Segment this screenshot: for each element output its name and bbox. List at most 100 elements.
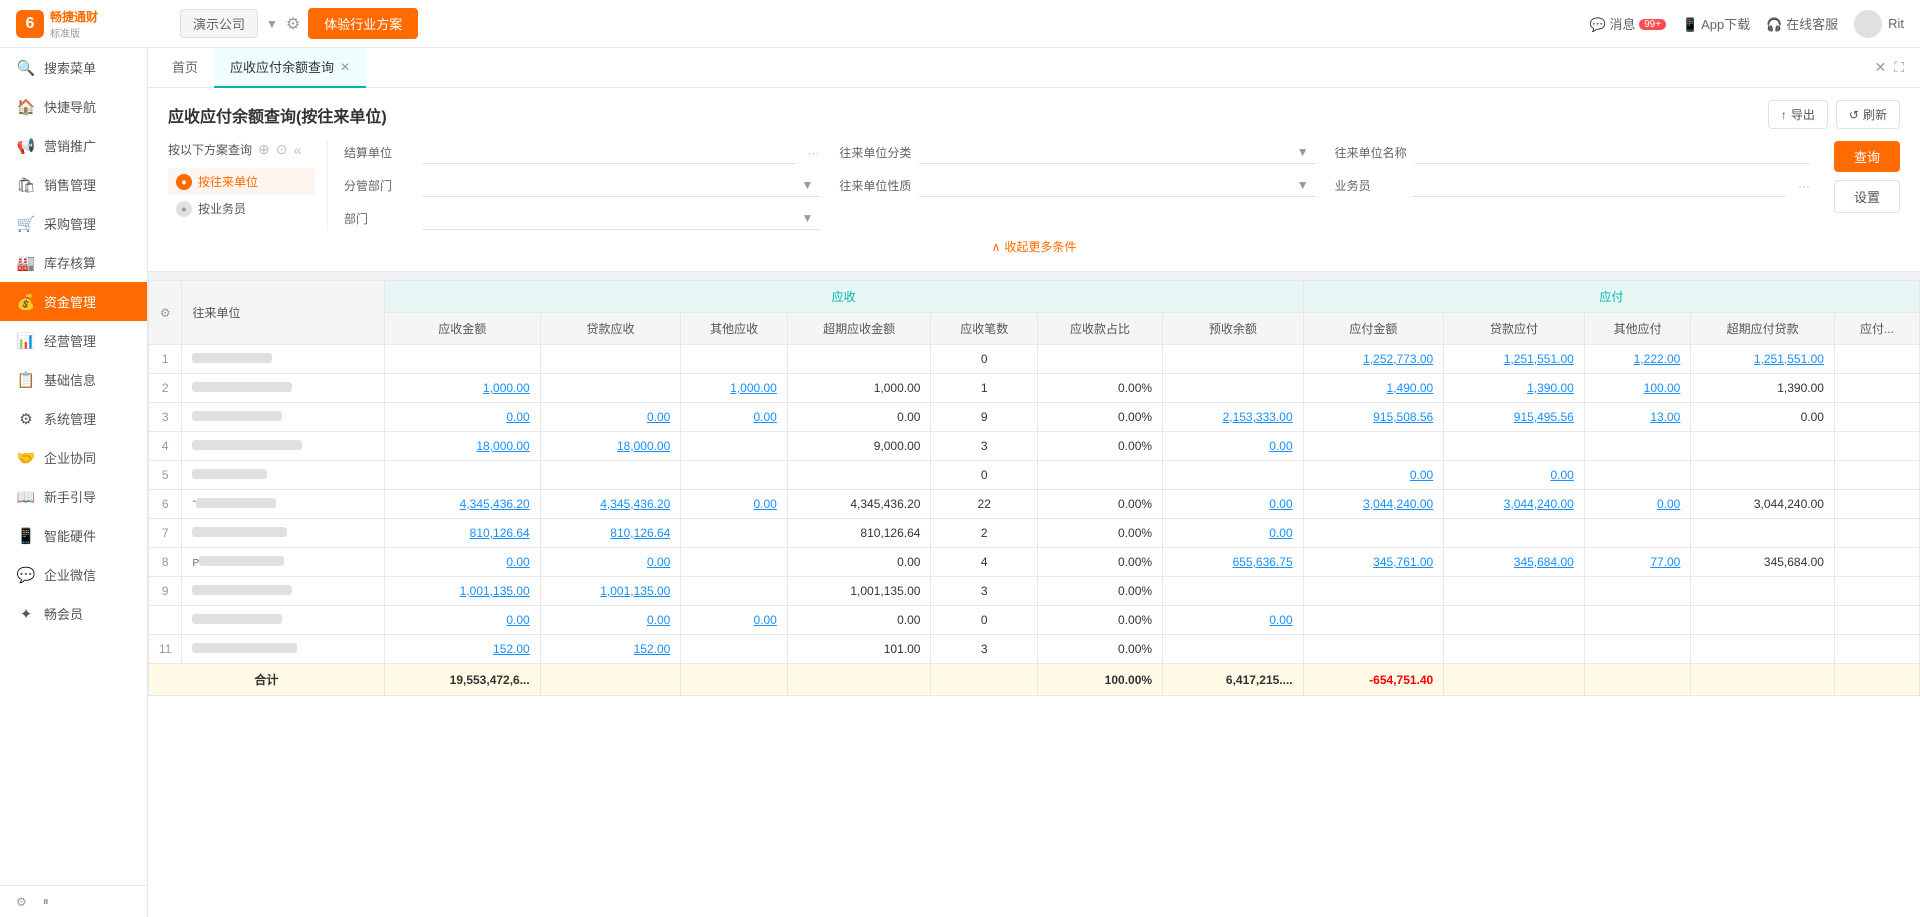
loan-ap-cell[interactable]: 0.00: [1444, 461, 1585, 490]
sidebar-item-finance[interactable]: 💰 资金管理: [0, 282, 147, 321]
ar-amount-cell[interactable]: 0.00: [384, 403, 540, 432]
loan-ap-cell[interactable]: 345,684.00: [1444, 548, 1585, 577]
ar-amount-cell[interactable]: 4,345,436.20: [384, 490, 540, 519]
sidebar-item-sales[interactable]: 🛍 销售管理: [0, 165, 147, 204]
loan-ar-cell[interactable]: 0.00: [540, 548, 681, 577]
query-button[interactable]: 查询: [1834, 141, 1900, 172]
dropdown-arrow-icon[interactable]: ▼: [266, 17, 278, 31]
loan-ap-cell[interactable]: 3,044,240.00: [1444, 490, 1585, 519]
sidebar-settings-icon[interactable]: ⚙: [16, 895, 27, 909]
prepaid-cell[interactable]: 655,636.75: [1163, 548, 1304, 577]
settings-scheme-icon[interactable]: ⊙: [276, 141, 288, 158]
ar-amount-cell[interactable]: 0.00: [384, 606, 540, 635]
industry-solution-button[interactable]: 体验行业方案: [308, 8, 418, 39]
unit-nature-select[interactable]: ▼: [919, 174, 1314, 197]
ap-amount-cell[interactable]: 1,490.00: [1303, 374, 1444, 403]
sidebar-item-purchase[interactable]: 🛒 采购管理: [0, 204, 147, 243]
tab-expand-icon[interactable]: ⛶: [1894, 59, 1904, 76]
ar-amount-cell[interactable]: 1,001,135.00: [384, 577, 540, 606]
table-settings-icon[interactable]: ⚙: [149, 281, 182, 345]
loan-ar-cell[interactable]: 4,345,436.20: [540, 490, 681, 519]
overdue-ap-cell[interactable]: 1,251,551.00: [1691, 345, 1835, 374]
ap-amount-cell[interactable]: 3,044,240.00: [1303, 490, 1444, 519]
filter-option-by-unit[interactable]: ● 按往来单位: [168, 168, 315, 195]
loan-ar-cell[interactable]: 810,126.64: [540, 519, 681, 548]
sidebar-item-operation[interactable]: 📊 经营管理: [0, 321, 147, 360]
other-ap-cell[interactable]: 1,222.00: [1584, 345, 1691, 374]
loan-ar-cell[interactable]: 0.00: [540, 606, 681, 635]
sidebar-item-system[interactable]: ⚙ 系统管理: [0, 399, 147, 438]
loan-ar-cell[interactable]: 1,001,135.00: [540, 577, 681, 606]
sidebar-collapse-icon[interactable]: ⏸: [43, 894, 49, 909]
other-ap-cell[interactable]: 0.00: [1584, 490, 1691, 519]
salesperson-dots-icon[interactable]: ···: [1798, 179, 1810, 193]
overdue-ar-cell: [787, 345, 931, 374]
tab-close-arquery[interactable]: ✕: [340, 60, 350, 74]
loan-ap-cell[interactable]: 1,251,551.00: [1444, 345, 1585, 374]
sidebar-item-quick[interactable]: 🏠 快捷导航: [0, 87, 147, 126]
prepaid-cell[interactable]: 0.00: [1163, 490, 1304, 519]
ap-amount-cell[interactable]: 345,761.00: [1303, 548, 1444, 577]
prepaid-cell[interactable]: 0.00: [1163, 606, 1304, 635]
app-download-link[interactable]: 📱 App下载: [1682, 14, 1750, 33]
loan-ap-cell[interactable]: 915,495.56: [1444, 403, 1585, 432]
ap-suffix-cell: [1834, 374, 1919, 403]
salesperson-input[interactable]: [1413, 174, 1786, 197]
other-ar-cell[interactable]: 1,000.00: [681, 374, 788, 403]
loan-ar-cell[interactable]: 152.00: [540, 635, 681, 664]
sidebar-item-search[interactable]: 🔍 搜索菜单: [0, 48, 147, 87]
unit-category-select[interactable]: ▼: [919, 141, 1314, 164]
sidebar-item-hardware[interactable]: 📱 智能硬件: [0, 516, 147, 555]
loan-ar-cell[interactable]: 18,000.00: [540, 432, 681, 461]
ar-amount-cell[interactable]: 18,000.00: [384, 432, 540, 461]
ap-amount-cell[interactable]: 0.00: [1303, 461, 1444, 490]
ar-amount-cell[interactable]: 810,126.64: [384, 519, 540, 548]
sidebar-item-wechat[interactable]: 💬 企业微信: [0, 555, 147, 594]
settlement-unit-input[interactable]: [422, 141, 795, 164]
other-ap-cell[interactable]: 77.00: [1584, 548, 1691, 577]
ar-amount-cell[interactable]: 152.00: [384, 635, 540, 664]
settings-icon[interactable]: ⚙: [286, 14, 300, 34]
refresh-button[interactable]: ↺ 刷新: [1836, 100, 1900, 129]
sidebar-item-warehouse[interactable]: 🏭 库存核算: [0, 243, 147, 282]
online-service-link[interactable]: 🎧 在线客服: [1766, 14, 1838, 33]
dept-select[interactable]: ▼: [422, 207, 819, 230]
unit-name-input[interactable]: [1415, 141, 1810, 164]
other-ar-cell[interactable]: 0.00: [681, 490, 788, 519]
setting-button[interactable]: 设置: [1834, 180, 1900, 213]
prepaid-cell[interactable]: 2,153,333.00: [1163, 403, 1304, 432]
tab-arquery[interactable]: 应收应付余额查询 ✕: [214, 48, 366, 88]
ap-suffix-cell: [1834, 490, 1919, 519]
other-ar-cell[interactable]: 0.00: [681, 606, 788, 635]
collapse-scheme-icon[interactable]: «: [293, 142, 301, 158]
loan-ap-cell[interactable]: 1,390.00: [1444, 374, 1585, 403]
sidebar-item-collab[interactable]: 🤝 企业协同: [0, 438, 147, 477]
settlement-unit-dots-icon[interactable]: ···: [807, 146, 819, 160]
export-button[interactable]: ↑ 导出: [1768, 100, 1828, 129]
overdue-ar-cell: 101.00: [787, 635, 931, 664]
dept-manager-select[interactable]: ▼: [422, 174, 819, 197]
collapse-conditions-button[interactable]: ∧ 收起更多条件: [168, 230, 1900, 263]
sidebar-item-basic[interactable]: 📋 基础信息: [0, 360, 147, 399]
other-ap-cell[interactable]: 100.00: [1584, 374, 1691, 403]
sidebar-item-member[interactable]: ✦ 畅会员: [0, 594, 147, 633]
ar-amount-cell[interactable]: 1,000.00: [384, 374, 540, 403]
filter-option-by-staff[interactable]: ● 按业务员: [168, 195, 315, 222]
ap-amount-cell[interactable]: 915,508.56: [1303, 403, 1444, 432]
sidebar-item-marketing[interactable]: 📢 营销推广: [0, 126, 147, 165]
user-area[interactable]: Rit: [1854, 10, 1904, 38]
ap-amount-cell[interactable]: 1,252,773.00: [1303, 345, 1444, 374]
tab-close-all-icon[interactable]: ✕: [1874, 59, 1886, 76]
other-ar-cell[interactable]: 0.00: [681, 403, 788, 432]
prepaid-cell[interactable]: 0.00: [1163, 519, 1304, 548]
messages-icon: 💬: [1590, 17, 1606, 32]
add-scheme-icon[interactable]: ⊕: [258, 141, 270, 158]
tab-home[interactable]: 首页: [156, 48, 214, 88]
loan-ar-cell[interactable]: 0.00: [540, 403, 681, 432]
sidebar-item-guide[interactable]: 📖 新手引导: [0, 477, 147, 516]
ar-amount-cell[interactable]: 0.00: [384, 548, 540, 577]
messages-area[interactable]: 💬 消息 99+: [1590, 14, 1666, 33]
other-ap-cell[interactable]: 13.00: [1584, 403, 1691, 432]
prepaid-cell[interactable]: 0.00: [1163, 432, 1304, 461]
company-name-display[interactable]: 演示公司: [180, 9, 258, 38]
